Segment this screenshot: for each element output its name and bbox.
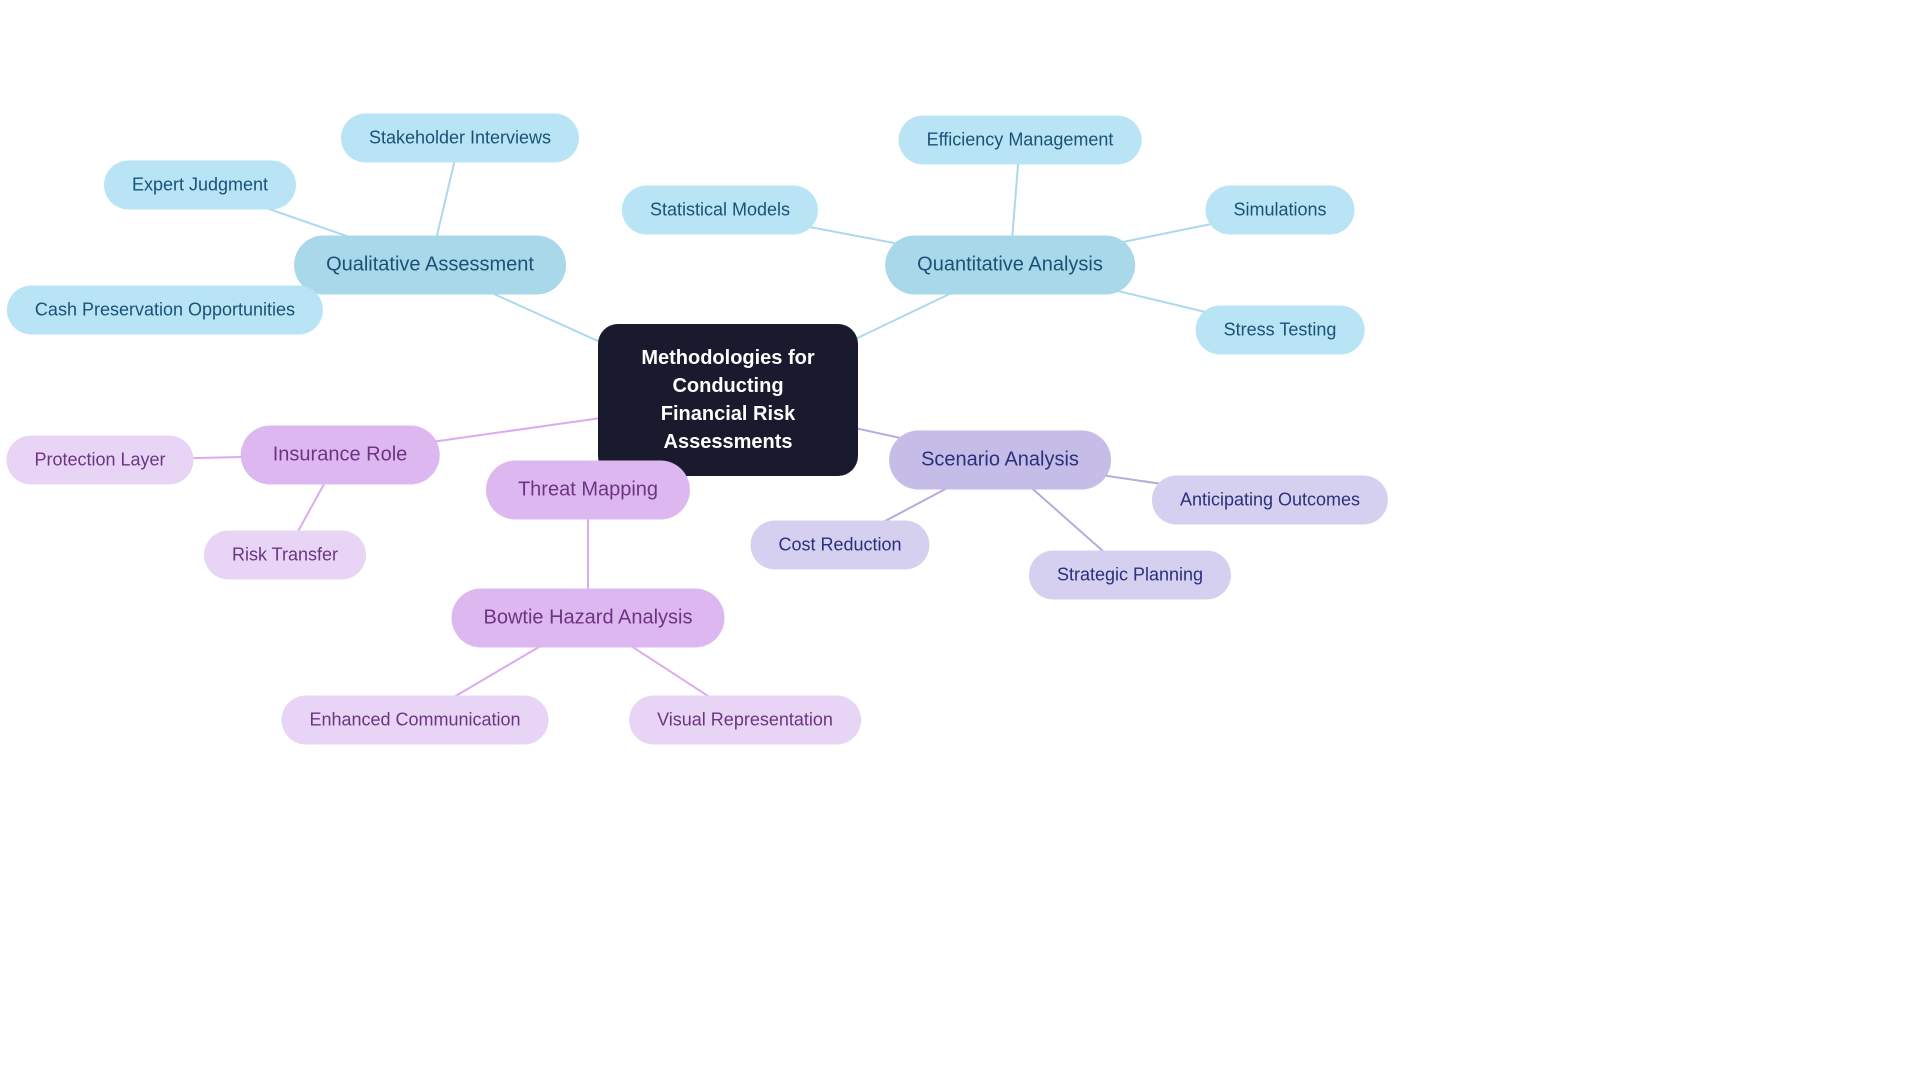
scenario_analysis-node[interactable]: Scenario Analysis [889, 431, 1111, 490]
bowtie_hazard-node[interactable]: Bowtie Hazard Analysis [452, 589, 725, 648]
insurance_role-node[interactable]: Insurance Role [241, 426, 440, 485]
cash_preservation-node[interactable]: Cash Preservation Opportunities [7, 286, 323, 335]
threat_mapping-node[interactable]: Threat Mapping [486, 461, 690, 520]
anticipating_outcomes-node[interactable]: Anticipating Outcomes [1152, 476, 1388, 525]
protection_layer-node[interactable]: Protection Layer [6, 436, 193, 485]
risk_transfer-node[interactable]: Risk Transfer [204, 531, 366, 580]
strategic_planning-node[interactable]: Strategic Planning [1029, 551, 1231, 600]
center-node[interactable]: Methodologies for Conducting Financial R… [598, 324, 858, 476]
simulations-node[interactable]: Simulations [1205, 186, 1354, 235]
mindmap-container: Methodologies for Conducting Financial R… [0, 0, 1920, 1083]
quantitative_analysis-node[interactable]: Quantitative Analysis [885, 236, 1135, 295]
visual_representation-node[interactable]: Visual Representation [629, 696, 861, 745]
qualitative_assessment-node[interactable]: Qualitative Assessment [294, 236, 566, 295]
efficiency_management-node[interactable]: Efficiency Management [899, 116, 1142, 165]
enhanced_communication-node[interactable]: Enhanced Communication [281, 696, 548, 745]
stress_testing-node[interactable]: Stress Testing [1196, 306, 1365, 355]
expert_judgment-node[interactable]: Expert Judgment [104, 161, 296, 210]
stakeholder_interviews-node[interactable]: Stakeholder Interviews [341, 114, 579, 163]
cost_reduction-node[interactable]: Cost Reduction [750, 521, 929, 570]
statistical_models-node[interactable]: Statistical Models [622, 186, 818, 235]
